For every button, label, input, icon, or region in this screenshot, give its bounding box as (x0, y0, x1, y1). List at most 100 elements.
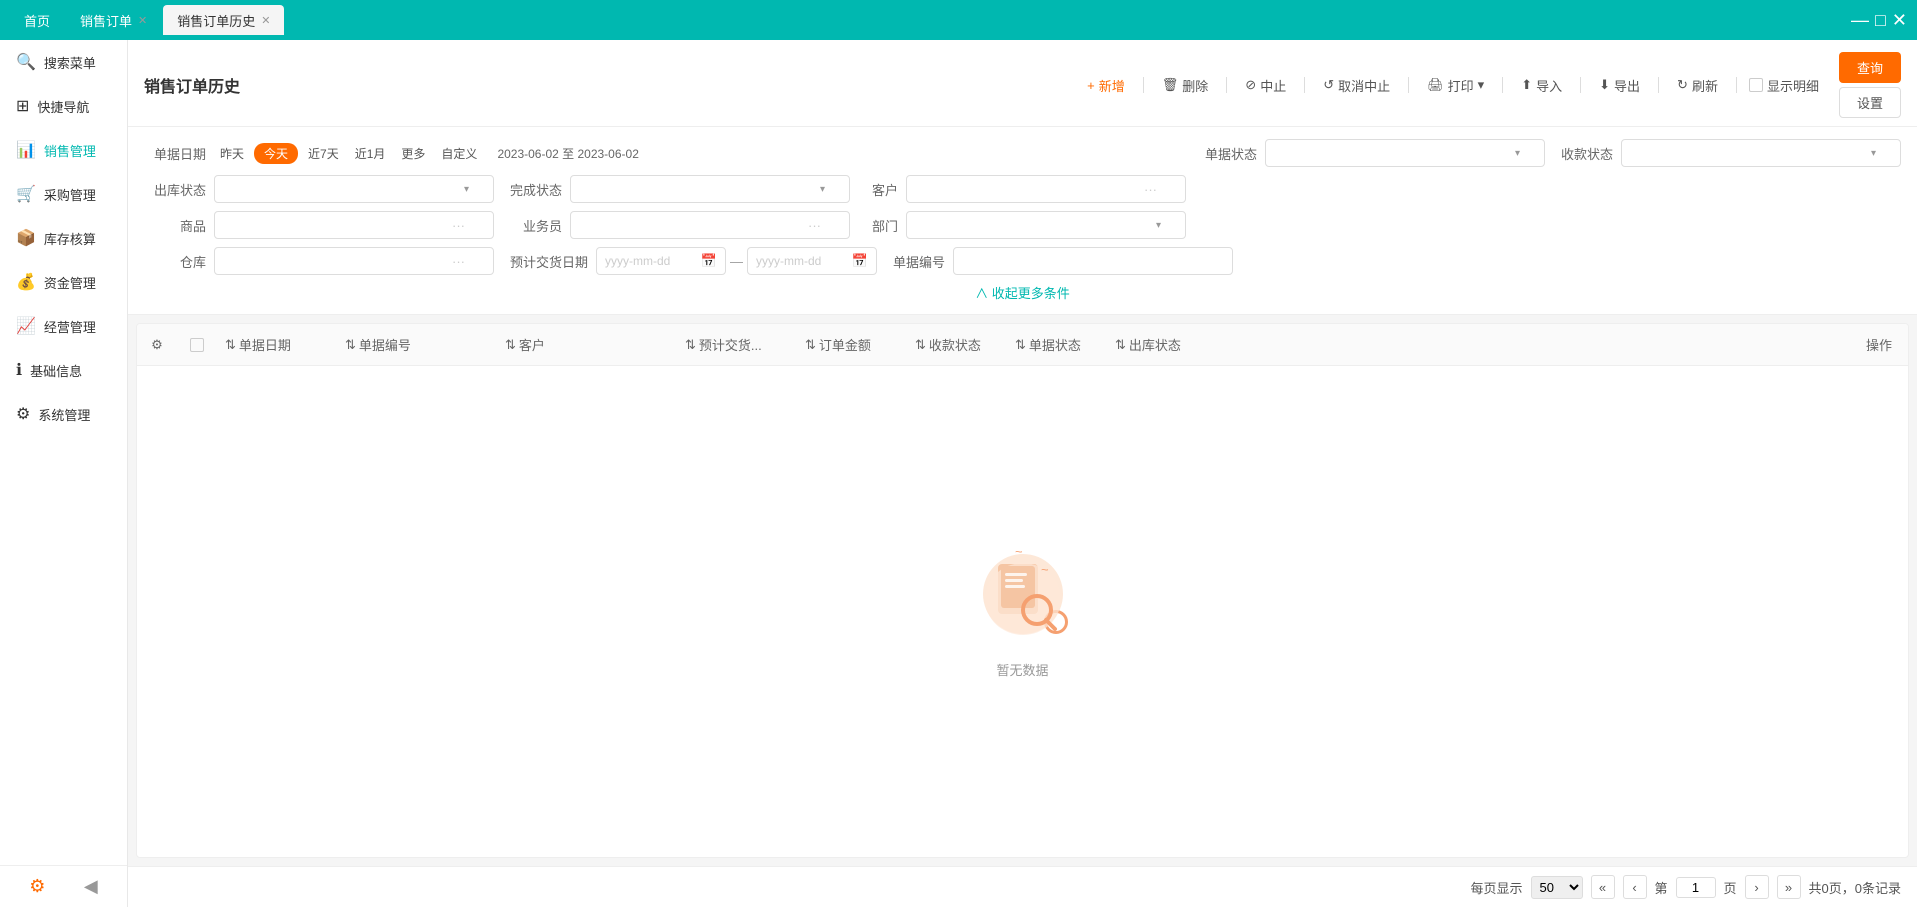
th-warehouse-status[interactable]: ⇅ 出库状态 (1107, 335, 1207, 354)
th-order-no[interactable]: ⇅ 单据编号 (337, 335, 497, 354)
goods-dots[interactable]: ··· (448, 218, 469, 233)
sidebar-collapse-icon[interactable]: ◀ (84, 876, 98, 897)
sidebar-item-search[interactable]: 🔍 搜索菜单 (0, 40, 127, 84)
th-doc-status[interactable]: ⇅ 单据状态 (1007, 335, 1107, 354)
date-7days[interactable]: 近7天 (302, 143, 345, 164)
doc-status-select[interactable]: ▾ (1265, 139, 1545, 167)
operations-icon: 📈 (16, 316, 36, 336)
goods-select[interactable]: ··· (214, 211, 494, 239)
salesperson-dots[interactable]: ··· (804, 218, 825, 233)
prev-page-button[interactable]: ‹ (1623, 875, 1647, 899)
minimize-button[interactable]: — (1851, 10, 1869, 31)
top-bar: 首页 销售订单 ✕ 销售订单历史 ✕ — □ ✕ (0, 0, 1917, 40)
total-info: 共0页，0条记录 (1809, 878, 1901, 897)
payment-status-label: 收款状态 (1561, 144, 1621, 163)
warehouse-dots[interactable]: ··· (448, 254, 469, 269)
date-more[interactable]: 更多 (395, 143, 431, 164)
sidebar-item-inventory[interactable]: 📦 库存核算 (0, 216, 127, 260)
sidebar-label-operations: 经营管理 (44, 317, 96, 336)
expected-date-to[interactable]: yyyy-mm-dd 📅 (747, 247, 877, 275)
last-page-button[interactable]: » (1777, 875, 1801, 899)
th-settings[interactable]: ⚙ (137, 337, 177, 353)
th-doc-status-label: 单据状态 (1029, 335, 1081, 354)
refresh-button[interactable]: ↻ 刷新 (1671, 73, 1724, 98)
salesperson-select[interactable]: ··· (570, 211, 850, 239)
current-page-input[interactable] (1676, 877, 1716, 898)
add-button[interactable]: + 新增 (1081, 73, 1131, 98)
warehouse-status-select[interactable]: ▾ (214, 175, 494, 203)
complete-status-chevron: ▾ (820, 184, 825, 195)
maximize-button[interactable]: □ (1875, 10, 1886, 31)
doc-number-input[interactable] (953, 247, 1233, 275)
print-button[interactable]: 🖨 打印 ▾ (1421, 73, 1490, 98)
date-options: 昨天 今天 近7天 近1月 更多 自定义 (214, 143, 483, 164)
sidebar-label-system: 系统管理 (38, 405, 90, 424)
table-empty-state: ~ ~ 暂无数据 (137, 366, 1908, 857)
collapse-filter-row[interactable]: ∧ 收起更多条件 (144, 283, 1901, 302)
tab-home[interactable]: 首页 (10, 5, 64, 35)
import-button[interactable]: ⬆ 导入 (1515, 73, 1568, 98)
th-delivery[interactable]: ⇅ 预计交货... (677, 335, 797, 354)
date-1month[interactable]: 近1月 (349, 143, 392, 164)
divider-8 (1736, 77, 1737, 93)
warehouse-select[interactable]: ··· (214, 247, 494, 275)
filter-row-2: 出库状态 ▾ 完成状态 ▾ 客户 ··· (144, 175, 1901, 203)
stop-button[interactable]: ⊘ 中止 (1239, 73, 1292, 98)
th-payment-sort: ⇅ (915, 337, 926, 353)
query-button[interactable]: 查询 (1839, 52, 1901, 83)
date-custom[interactable]: 自定义 (435, 143, 483, 164)
page-size-select[interactable]: 50 10 20 100 (1531, 876, 1583, 899)
dept-select[interactable]: ▾ (906, 211, 1186, 239)
sidebar-settings-icon[interactable]: ⚙ (29, 876, 45, 897)
sidebar-item-system[interactable]: ⚙ 系统管理 (0, 392, 127, 436)
first-page-button[interactable]: « (1591, 875, 1615, 899)
dept-label: 部门 (866, 216, 906, 235)
th-date[interactable]: ⇅ 单据日期 (217, 335, 337, 354)
sidebar-item-operations[interactable]: 📈 经营管理 (0, 304, 127, 348)
sidebar-item-finance[interactable]: 💰 资金管理 (0, 260, 127, 304)
dept-chevron: ▾ (1156, 220, 1161, 231)
date-yesterday[interactable]: 昨天 (214, 143, 250, 164)
export-button[interactable]: ⬇ 导出 (1593, 73, 1646, 98)
sidebar-label-purchase: 采购管理 (44, 185, 96, 204)
date-today[interactable]: 今天 (254, 143, 298, 164)
customer-select[interactable]: ··· (906, 175, 1186, 203)
th-operation-label: 操作 (1866, 335, 1892, 354)
payment-status-select[interactable]: ▾ (1621, 139, 1901, 167)
delete-button[interactable]: 🗑 删除 (1156, 73, 1215, 98)
display-checkbox[interactable] (1749, 78, 1763, 92)
sidebar-item-purchase[interactable]: 🛒 采购管理 (0, 172, 127, 216)
th-payment[interactable]: ⇅ 收款状态 (907, 335, 1007, 354)
sidebar-item-sales[interactable]: 📊 销售管理 (0, 128, 127, 172)
th-check[interactable] (177, 338, 217, 352)
th-order-sort: ⇅ (345, 337, 356, 353)
filter-row-1: 单据日期 昨天 今天 近7天 近1月 更多 自定义 2023-06-02 至 2… (144, 139, 1901, 167)
th-customer[interactable]: ⇅ 客户 (497, 335, 677, 354)
purchase-icon: 🛒 (16, 184, 36, 204)
tab-sales-order-close[interactable]: ✕ (138, 14, 147, 27)
sidebar-item-basic-info[interactable]: ℹ 基础信息 (0, 348, 127, 392)
next-page-button[interactable]: › (1745, 875, 1769, 899)
th-delivery-sort: ⇅ (685, 337, 696, 353)
tab-sales-order[interactable]: 销售订单 ✕ (66, 5, 161, 35)
setting-button[interactable]: 设置 (1839, 87, 1901, 118)
export-label: 导出 (1614, 76, 1640, 95)
cancel-stop-button[interactable]: ↺ 取消中止 (1317, 73, 1396, 98)
window-close-button[interactable]: ✕ (1892, 10, 1907, 31)
tab-sales-history-close[interactable]: ✕ (261, 14, 270, 27)
customer-dots[interactable]: ··· (1140, 182, 1161, 197)
sidebar-item-quicknav[interactable]: ⊞ 快捷导航 (0, 84, 127, 128)
empty-illustration: ~ ~ (973, 544, 1073, 644)
system-icon: ⚙ (16, 404, 30, 424)
svg-text:~: ~ (1041, 562, 1049, 577)
tab-sales-history[interactable]: 销售订单历史 ✕ (163, 5, 284, 35)
empty-text: 暂无数据 (996, 660, 1048, 679)
display-toggle[interactable]: 显示明细 (1749, 76, 1819, 95)
refresh-label: 刷新 (1692, 76, 1718, 95)
date-filter-control: 昨天 今天 近7天 近1月 更多 自定义 2023-06-02 至 2023-0… (214, 143, 1205, 164)
expected-date-from[interactable]: yyyy-mm-dd 📅 (596, 247, 726, 275)
th-date-label: 单据日期 (239, 335, 291, 354)
th-amount[interactable]: ⇅ 订单金额 (797, 335, 907, 354)
complete-status-select[interactable]: ▾ (570, 175, 850, 203)
page-header: 销售订单历史 + 新增 🗑 删除 ⊘ 中止 ↺ (128, 40, 1917, 127)
